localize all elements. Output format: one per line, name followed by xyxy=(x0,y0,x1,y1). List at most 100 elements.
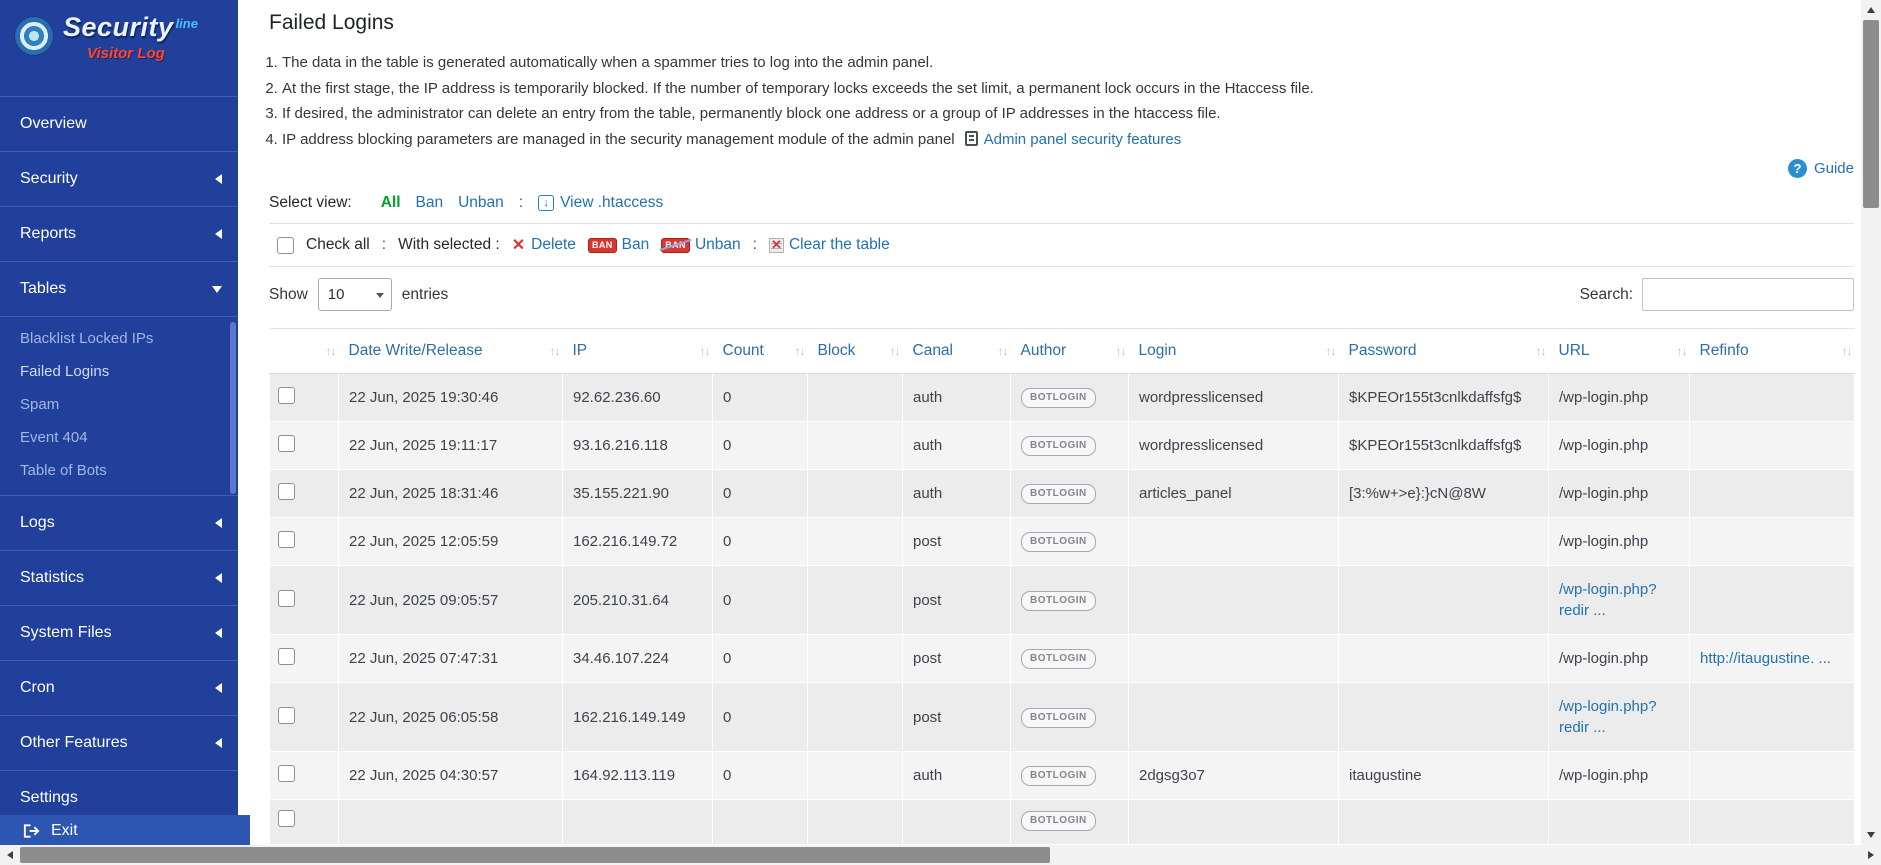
search-input[interactable] xyxy=(1642,278,1854,311)
botlogin-badge: BOTLOGIN xyxy=(1021,708,1096,728)
admin-panel-security-link[interactable]: Admin panel security features xyxy=(984,131,1182,148)
filter-unban[interactable]: Unban xyxy=(458,194,504,212)
sidebar-item-system-files[interactable]: System Files xyxy=(0,605,238,660)
row-checkbox[interactable] xyxy=(278,590,295,607)
sidebar-item-exit[interactable]: Exit xyxy=(0,815,250,847)
scroll-down-arrow[interactable] xyxy=(1861,825,1881,845)
ban-link[interactable]: Ban xyxy=(622,236,650,254)
table-body: 22 Jun, 2025 19:30:4692.62.236.600authBO… xyxy=(270,374,1855,845)
column-header-url[interactable]: URL↑↓ xyxy=(1549,329,1690,374)
sidebar-item-statistics[interactable]: Statistics xyxy=(0,550,238,605)
page-length-select[interactable]: 10 xyxy=(318,278,392,311)
column-header-ip[interactable]: IP↑↓ xyxy=(563,329,713,374)
guide-link[interactable]: Guide xyxy=(1814,160,1854,177)
cell-select xyxy=(270,635,339,683)
column-header-refinfo[interactable]: Refinfo↑↓ xyxy=(1690,329,1855,374)
sort-icon: ↑↓ xyxy=(1536,344,1546,358)
cell-select xyxy=(270,518,339,566)
sidebar-item-logs[interactable]: Logs xyxy=(0,495,238,550)
sidebar-item-label: System Files xyxy=(20,624,215,642)
sidebar-item-other-features[interactable]: Other Features xyxy=(0,715,238,770)
sort-icon: ↑↓ xyxy=(890,344,900,358)
logo-title: Security xyxy=(63,12,174,42)
sidebar-item-overview[interactable]: Overview xyxy=(0,96,238,151)
main-content: Failed Logins The data in the table is g… xyxy=(238,0,1861,845)
column-header-count[interactable]: Count↑↓ xyxy=(713,329,808,374)
filter-ban[interactable]: Ban xyxy=(416,194,444,212)
cell-ip: 92.62.236.60 xyxy=(563,374,713,422)
row-checkbox[interactable] xyxy=(278,435,295,452)
column-header-author[interactable]: Author↑↓ xyxy=(1011,329,1129,374)
horizontal-scrollbar-thumb[interactable] xyxy=(20,847,1050,863)
sidebar-subitem-table-of-bots[interactable]: Table of Bots xyxy=(0,454,238,487)
column-header-select[interactable]: ↑↓ xyxy=(270,329,339,374)
sidebar-subitem-spam[interactable]: Spam xyxy=(0,388,238,421)
refinfo-link[interactable]: http://itaugustine. ... xyxy=(1700,650,1831,667)
cell-password: $KPEOr155t3cnlkdaffsfg$ xyxy=(1339,374,1549,422)
select-view-bar: Select view: All Ban Unban : ↓ View .hta… xyxy=(269,194,1854,212)
cell-count: 0 xyxy=(713,752,808,800)
cell-author: BOTLOGIN xyxy=(1011,374,1129,422)
cell-login xyxy=(1129,566,1339,635)
view-htaccess-link[interactable]: View .htaccess xyxy=(560,194,663,212)
clear-table-link[interactable]: Clear the table xyxy=(789,236,890,254)
cell-block xyxy=(808,470,903,518)
cell-refinfo xyxy=(1690,752,1855,800)
scroll-right-arrow[interactable] xyxy=(1861,845,1881,865)
sidebar-item-reports[interactable]: Reports xyxy=(0,206,238,261)
sidebar-item-security[interactable]: Security xyxy=(0,151,238,206)
chevron-left-icon xyxy=(215,683,222,693)
row-checkbox[interactable] xyxy=(278,648,295,665)
column-header-canal[interactable]: Canal↑↓ xyxy=(903,329,1011,374)
cell-block xyxy=(808,683,903,752)
botlogin-badge: BOTLOGIN xyxy=(1021,484,1096,504)
cell-refinfo xyxy=(1690,800,1855,845)
row-checkbox[interactable] xyxy=(278,765,295,782)
row-checkbox[interactable] xyxy=(278,707,295,724)
column-header-label: Canal xyxy=(913,342,954,359)
horizontal-scrollbar[interactable] xyxy=(0,845,1881,865)
sidebar-item-tables[interactable]: Tables xyxy=(0,261,238,316)
row-checkbox[interactable] xyxy=(278,810,295,827)
row-checkbox[interactable] xyxy=(278,387,295,404)
cell-refinfo xyxy=(1690,518,1855,566)
delete-link[interactable]: Delete xyxy=(531,236,576,254)
column-header-label: Password xyxy=(1349,342,1417,359)
column-header-label: Date Write/Release xyxy=(349,342,483,359)
column-header-date-write-release[interactable]: Date Write/Release↑↓ xyxy=(339,329,563,374)
vertical-scrollbar[interactable] xyxy=(1861,0,1881,845)
scroll-left-arrow[interactable] xyxy=(0,845,20,865)
scroll-up-arrow[interactable] xyxy=(1861,0,1881,20)
clear-table-icon xyxy=(769,238,784,253)
sidebar-item-cron[interactable]: Cron xyxy=(0,660,238,715)
exit-icon xyxy=(22,823,41,839)
sidebar-subitem-blacklist-locked-ips[interactable]: Blacklist Locked IPs xyxy=(0,322,238,355)
botlogin-badge: BOTLOGIN xyxy=(1021,649,1096,669)
cell-ip: 164.92.113.119 xyxy=(563,752,713,800)
cell-ip xyxy=(563,800,713,845)
table-controls: Show 10 entries Search: xyxy=(269,278,1854,311)
filter-all[interactable]: All xyxy=(381,194,401,212)
check-all-checkbox[interactable] xyxy=(277,237,294,254)
cell-password xyxy=(1339,683,1549,752)
sidebar-scrollbar-thumb[interactable] xyxy=(230,322,236,494)
url-link[interactable]: /wp-login.php?redir ... xyxy=(1559,581,1657,619)
vertical-scrollbar-thumb[interactable] xyxy=(1863,20,1879,208)
sidebar-subitem-event-404[interactable]: Event 404 xyxy=(0,421,238,454)
row-checkbox[interactable] xyxy=(278,531,295,548)
cell-author: BOTLOGIN xyxy=(1011,800,1129,845)
url-link[interactable]: /wp-login.php?redir ... xyxy=(1559,698,1657,736)
sidebar-subitem-failed-logins[interactable]: Failed Logins xyxy=(0,355,238,388)
column-header-label: IP xyxy=(573,342,588,359)
unban-link[interactable]: Unban xyxy=(695,236,741,254)
sidebar-item-label: Statistics xyxy=(20,569,215,587)
sidebar-item-label: Logs xyxy=(20,514,215,532)
row-checkbox[interactable] xyxy=(278,483,295,500)
table-row: BOTLOGIN xyxy=(270,800,1855,845)
column-header-block[interactable]: Block↑↓ xyxy=(808,329,903,374)
column-header-password[interactable]: Password ↑↓ xyxy=(1339,329,1549,374)
column-header-login[interactable]: Login↑↓ xyxy=(1129,329,1339,374)
cell-canal: post xyxy=(903,566,1011,635)
cell-date: 22 Jun, 2025 19:30:46 xyxy=(339,374,563,422)
cell-refinfo: http://itaugustine. ... xyxy=(1690,635,1855,683)
